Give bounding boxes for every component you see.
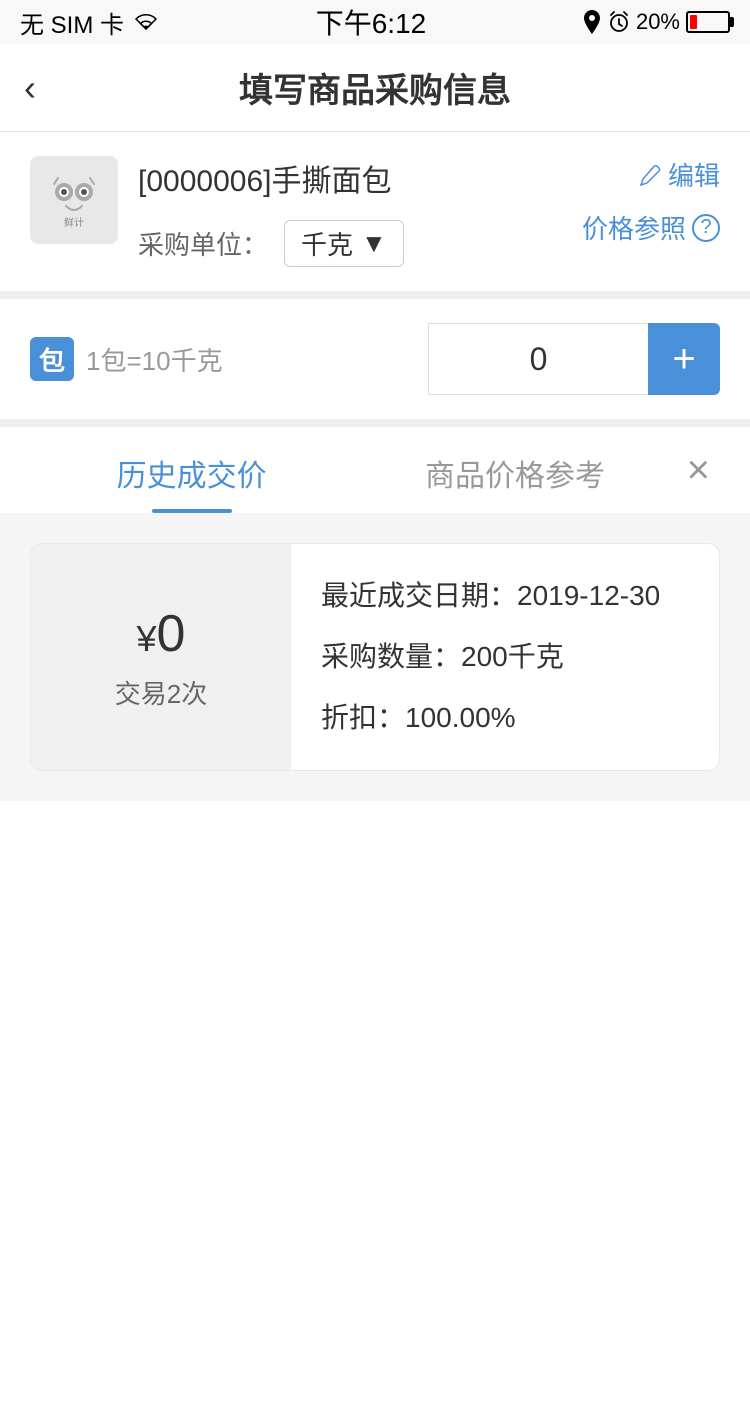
purchase-qty-row: 采购数量：200千克 — [321, 635, 689, 680]
product-info: [0000006]手撕面包 采购单位： 千克 ▼ — [138, 156, 404, 267]
unit-dropdown[interactable]: 千克 ▼ — [284, 220, 404, 267]
product-name: [0000006]手撕面包 — [138, 156, 404, 200]
recent-date-row: 最近成交日期：2019-12-30 — [321, 574, 689, 619]
recent-date-value: 2019-12-30 — [517, 580, 660, 611]
product-unit-row: 采购单位： 千克 ▼ — [138, 220, 404, 267]
unit-label: 采购单位： — [138, 225, 268, 262]
unit-conversion: 1包=10千克 — [86, 341, 223, 378]
price-ref-button[interactable]: 价格参照 ? — [582, 209, 720, 246]
product-top: 鲜计 [0000006]手撕面包 采购单位： 千克 ▼ — [30, 156, 720, 267]
status-left: 无 SIM 卡 — [20, 5, 160, 40]
purchase-qty-value: 200千克 — [461, 641, 564, 672]
battery-icon — [686, 11, 730, 33]
svg-text:鲜计: 鲜计 — [64, 216, 84, 229]
quantity-section: 包 1包=10千克 0 + — [0, 291, 750, 419]
back-button[interactable]: ‹ — [24, 67, 36, 109]
status-time: 下午6:12 — [316, 2, 427, 42]
history-card: ¥0 交易2次 最近成交日期：2019-12-30 采购数量：200千克 折扣：… — [30, 543, 720, 771]
battery-percent: 20% — [636, 9, 680, 35]
battery-fill — [690, 15, 697, 29]
tab-history-price[interactable]: 历史成交价 — [30, 427, 353, 513]
tab-product-price-ref-label: 商品价格参考 — [425, 460, 605, 493]
tab-active-indicator — [152, 509, 232, 513]
quantity-unit-info: 包 1包=10千克 — [30, 337, 223, 381]
wifi-icon — [132, 11, 160, 33]
product-right: 编辑 价格参照 ? — [582, 156, 720, 246]
tab-history-price-label: 历史成交价 — [117, 460, 267, 493]
recent-date-label: 最近成交日期： — [321, 580, 517, 611]
history-price: ¥0 — [137, 604, 186, 664]
unit-badge: 包 — [30, 337, 74, 381]
tab-bar: 历史成交价 商品价格参考 × — [0, 419, 750, 513]
product-left: 鲜计 [0000006]手撕面包 采购单位： 千克 ▼ — [30, 156, 404, 267]
price-ref-help-icon: ? — [692, 214, 720, 242]
quantity-plus-button[interactable]: + — [648, 323, 720, 395]
dropdown-arrow-icon: ▼ — [361, 228, 387, 259]
discount-row: 折扣：100.00% — [321, 696, 689, 741]
product-thumbnail: 鲜计 — [44, 170, 104, 230]
status-bar: 无 SIM 卡 下午6:12 20% — [0, 0, 750, 44]
quantity-input-row: 0 + — [428, 323, 720, 395]
history-price-block: ¥0 交易2次 — [31, 544, 291, 770]
purchase-qty-label: 采购数量： — [321, 641, 461, 672]
edit-label: 编辑 — [668, 156, 720, 193]
unit-value: 千克 — [301, 225, 353, 262]
page-title: 填写商品采购信息 — [239, 63, 511, 112]
price-symbol: ¥ — [137, 618, 157, 659]
price-ref-label: 价格参照 — [582, 209, 686, 246]
edit-button[interactable]: 编辑 — [640, 156, 720, 193]
tab-close-button[interactable]: × — [677, 448, 720, 493]
quantity-input[interactable]: 0 — [428, 323, 648, 395]
history-detail-block: 最近成交日期：2019-12-30 采购数量：200千克 折扣：100.00% — [291, 544, 719, 770]
edit-icon — [640, 164, 662, 186]
tab-product-price-ref[interactable]: 商品价格参考 — [353, 427, 676, 513]
quantity-value: 0 — [530, 341, 548, 378]
product-card: 鲜计 [0000006]手撕面包 采购单位： 千克 ▼ — [0, 132, 750, 291]
price-value: 0 — [157, 605, 186, 663]
nav-bar: ‹ 填写商品采购信息 — [0, 44, 750, 132]
bottom-area — [0, 801, 750, 1401]
trade-count: 交易2次 — [115, 674, 207, 711]
carrier-text: 无 SIM 卡 — [20, 5, 124, 40]
location-icon — [582, 10, 602, 34]
history-section: ¥0 交易2次 最近成交日期：2019-12-30 采购数量：200千克 折扣：… — [0, 513, 750, 801]
discount-label: 折扣： — [321, 702, 405, 733]
discount-value: 100.00% — [405, 702, 516, 733]
product-image: 鲜计 — [30, 156, 118, 244]
status-right: 20% — [582, 9, 730, 35]
alarm-icon — [608, 10, 630, 34]
